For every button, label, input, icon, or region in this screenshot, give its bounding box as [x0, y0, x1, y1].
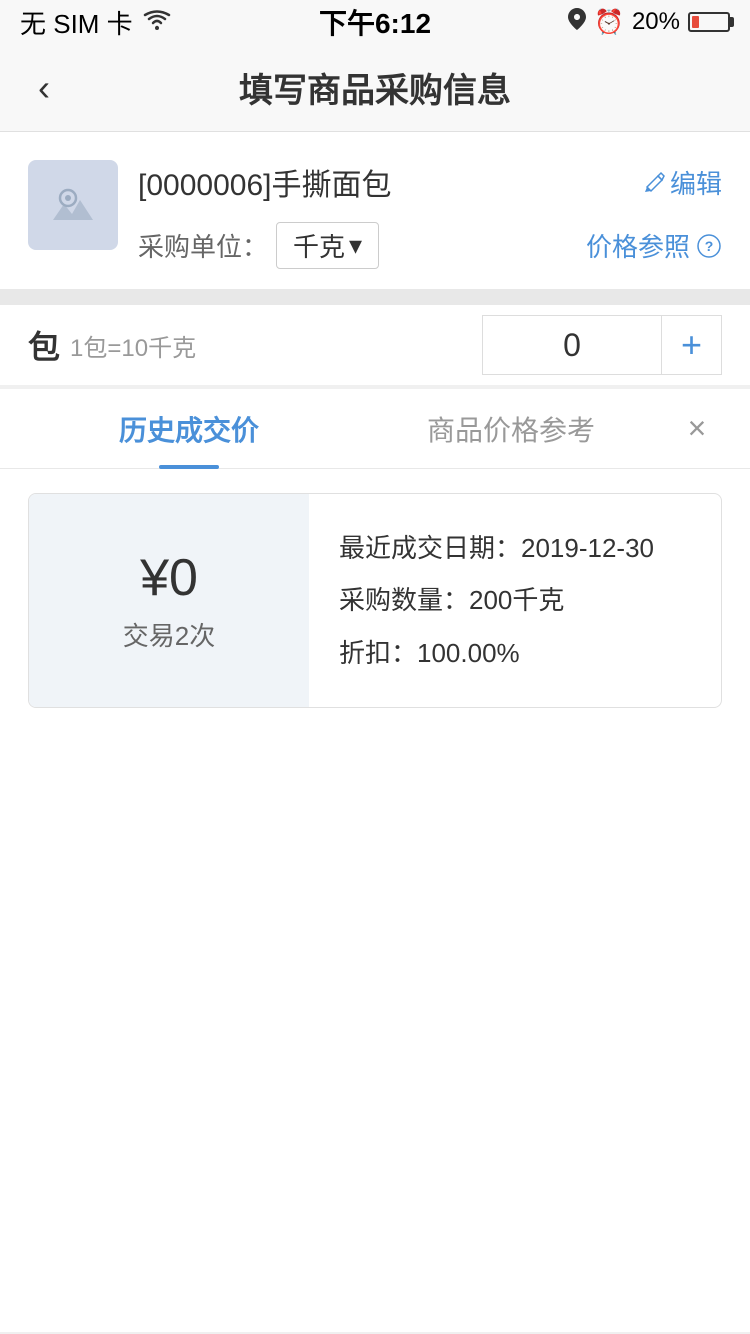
- carrier-text: 无 SIM 卡: [20, 4, 133, 41]
- section-divider: [0, 289, 750, 305]
- battery-text: 20%: [632, 8, 680, 36]
- tabs-close-button[interactable]: ×: [672, 404, 722, 454]
- quantity-unit: 包: [28, 322, 60, 368]
- unit-select[interactable]: 千克 ▾: [276, 222, 379, 269]
- history-date-row: 最近成交日期：2019-12-30: [339, 530, 691, 566]
- svg-text:?: ?: [705, 238, 714, 254]
- quantity-controls: +: [482, 315, 722, 375]
- unit-label: 采购单位： 千克 ▾: [138, 222, 379, 269]
- history-quantity-row: 采购数量：200千克: [339, 582, 691, 618]
- product-info: [0000006]手撕面包 编辑 采购单位： 千克 ▾ 价格参照: [138, 160, 722, 269]
- quantity-input[interactable]: [482, 315, 662, 375]
- history-price: ¥0: [140, 548, 198, 608]
- tabs-header: 历史成交价 商品价格参考 ×: [0, 389, 750, 469]
- tab-history-price[interactable]: 历史成交价: [28, 389, 350, 469]
- alarm-icon: ⏰: [594, 8, 624, 37]
- back-button[interactable]: ‹: [28, 57, 60, 119]
- status-time: 下午6:12: [319, 2, 431, 42]
- status-bar: 无 SIM 卡 下午6:12 ⏰ 20%: [0, 0, 750, 44]
- status-left: 无 SIM 卡: [20, 4, 171, 41]
- history-left: ¥0 交易2次: [29, 494, 309, 707]
- history-transactions: 交易2次: [123, 616, 215, 653]
- quantity-label: 包 1包=10千克: [28, 322, 196, 368]
- wifi-icon: [143, 7, 171, 38]
- product-header: [0000006]手撕面包 编辑: [138, 160, 722, 204]
- chevron-down-icon: ▾: [349, 230, 362, 261]
- tabs-panel: 历史成交价 商品价格参考 × ¥0 交易2次 最近成交日期：2019-12-30…: [0, 389, 750, 1332]
- page-title: 填写商品采购信息: [239, 63, 511, 112]
- product-card: [0000006]手撕面包 编辑 采购单位： 千克 ▾ 价格参照: [0, 132, 750, 289]
- quantity-plus-button[interactable]: +: [662, 315, 722, 375]
- history-card: ¥0 交易2次 最近成交日期：2019-12-30 采购数量：200千克 折扣：…: [28, 493, 722, 708]
- history-right: 最近成交日期：2019-12-30 采购数量：200千克 折扣：100.00%: [309, 494, 721, 707]
- location-icon: [568, 8, 586, 37]
- price-ref-button[interactable]: 价格参照 ?: [586, 227, 722, 264]
- tab-product-price[interactable]: 商品价格参考: [350, 389, 672, 469]
- edit-button[interactable]: 编辑: [644, 164, 722, 201]
- product-name: [0000006]手撕面包: [138, 160, 391, 204]
- nav-bar: ‹ 填写商品采购信息: [0, 44, 750, 132]
- status-right: ⏰ 20%: [568, 8, 730, 37]
- battery-icon: [688, 12, 730, 32]
- quantity-conversion: 1包=10千克: [70, 328, 196, 363]
- product-meta: 采购单位： 千克 ▾ 价格参照 ?: [138, 222, 722, 269]
- history-discount-row: 折扣：100.00%: [339, 635, 691, 671]
- product-thumbnail: [28, 160, 118, 250]
- content-area: [0, 732, 750, 1332]
- quantity-row: 包 1包=10千克 +: [0, 305, 750, 385]
